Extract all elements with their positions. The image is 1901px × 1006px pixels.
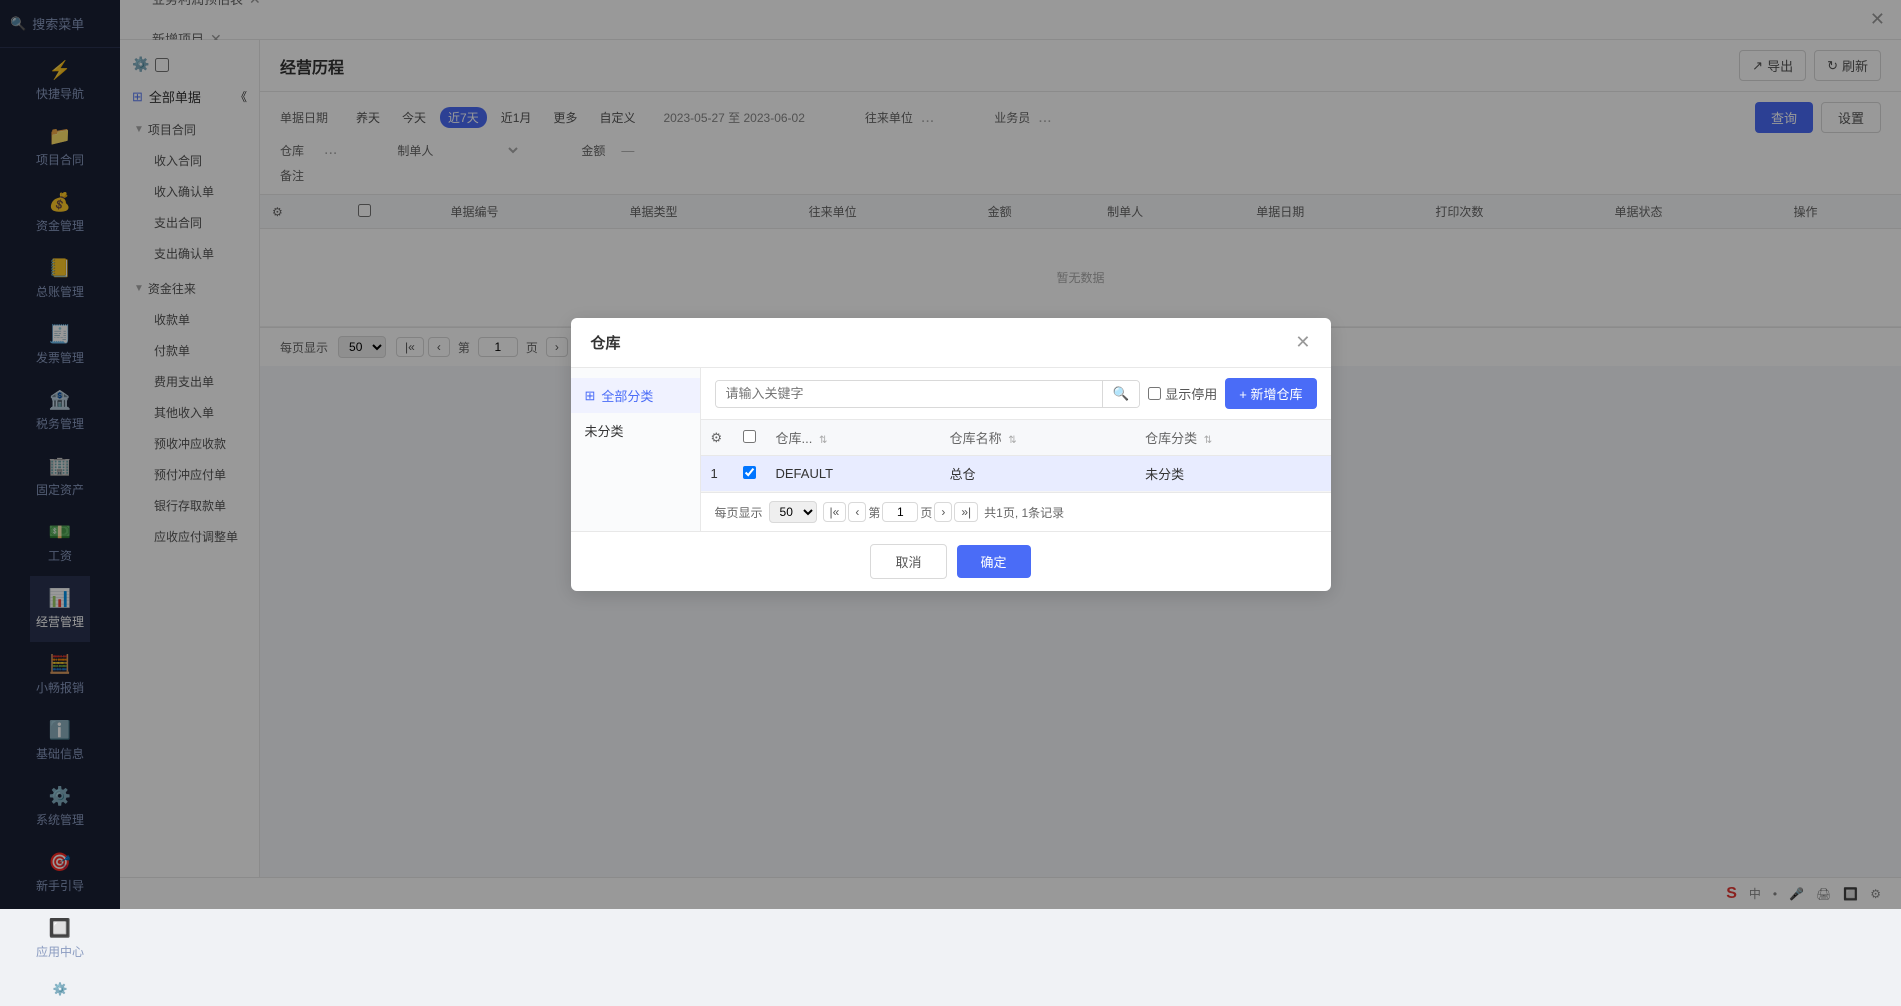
dialog-row-code: DEFAULT (766, 456, 940, 492)
dialog-last-page-btn[interactable]: »| (954, 502, 978, 522)
dialog-row-name: 总仓 (940, 456, 1135, 492)
dialog-first-page-btn[interactable]: |« (823, 502, 847, 522)
dialog-left-panel: ⊞ 全部分类 未分类 (571, 368, 701, 531)
dialog-category-all-label: 全部分类 (601, 386, 653, 405)
dialog-page-of-label: 页 (920, 504, 932, 521)
dialog-row-id: 1 (701, 456, 733, 492)
show-disabled-label: 显示停用 (1148, 384, 1217, 403)
show-disabled-text: 显示停用 (1165, 384, 1217, 403)
dialog-th-checkbox[interactable] (733, 420, 766, 456)
app-center-label: 应用中心 (36, 943, 84, 960)
sidebar-settings-btn[interactable]: ⚙️ (0, 972, 120, 1006)
dialog-table: ⚙ 仓库... ⇅ 仓库名称 ⇅ 仓库分类 ⇅ (701, 420, 1331, 492)
dialog-select-all-checkbox[interactable] (743, 430, 756, 443)
dialog-th-category: 仓库分类 ⇅ (1135, 420, 1330, 456)
dialog-table-row[interactable]: 1 DEFAULT 总仓 未分类 (701, 456, 1331, 492)
dialog-actions: 取消 确定 (571, 531, 1331, 591)
dialog-page-size-select[interactable]: 50 (769, 501, 817, 523)
dialog-cancel-button[interactable]: 取消 (870, 544, 946, 579)
dialog-page-input[interactable] (882, 502, 918, 522)
grid-cat-icon: ⊞ (585, 388, 596, 404)
dialog-header: 仓库 ✕ (571, 318, 1331, 368)
sidebar-item-app-center[interactable]: 🔲 应用中心 (30, 906, 90, 972)
dialog-prev-page-btn[interactable]: ‹ (848, 502, 866, 522)
dialog-row-checkbox[interactable] (733, 456, 766, 492)
add-warehouse-button[interactable]: + 新增仓库 (1225, 378, 1316, 409)
sidebar-bottom: ⚙️ (0, 972, 120, 1006)
dialog-search-input[interactable] (716, 381, 1102, 406)
dialog-page-label: 第 (868, 504, 880, 521)
sort-icon-name: ⇅ (1008, 435, 1016, 446)
dialog-table-body: 1 DEFAULT 总仓 未分类 (701, 456, 1331, 492)
dialog-row-select-checkbox[interactable] (743, 466, 756, 479)
dialog-confirm-button[interactable]: 确定 (957, 545, 1031, 578)
dialog-title: 仓库 (591, 332, 621, 353)
dialog-page-nav: |« ‹ 第 页 › »| (823, 502, 979, 522)
warehouse-dialog: 仓库 ✕ ⊞ 全部分类 未分类 🔍 (571, 318, 1331, 591)
show-disabled-checkbox[interactable] (1148, 387, 1161, 400)
dialog-next-page-btn[interactable]: › (934, 502, 952, 522)
dialog-category-unclassified-label: 未分类 (585, 421, 624, 440)
dialog-toolbar: 🔍 显示停用 + 新增仓库 (701, 368, 1331, 420)
dialog-right-panel: 🔍 显示停用 + 新增仓库 ⚙ (701, 368, 1331, 531)
dialog-th-code: 仓库... ⇅ (766, 420, 940, 456)
modal-overlay: 仓库 ✕ ⊞ 全部分类 未分类 🔍 (0, 0, 1901, 909)
dialog-row-category: 未分类 (1135, 456, 1330, 492)
sort-icon-category: ⇅ (1204, 435, 1212, 446)
dialog-page-total: 共1页, 1条记录 (984, 504, 1064, 521)
dialog-search-button[interactable]: 🔍 (1102, 381, 1140, 407)
dialog-table-header-row: ⚙ 仓库... ⇅ 仓库名称 ⇅ 仓库分类 ⇅ (701, 420, 1331, 456)
dialog-th-name: 仓库名称 ⇅ (940, 420, 1135, 456)
dialog-category-all[interactable]: ⊞ 全部分类 (571, 378, 700, 413)
warehouse-table: ⚙ 仓库... ⇅ 仓库名称 ⇅ 仓库分类 ⇅ (701, 420, 1331, 492)
dialog-search: 🔍 (715, 380, 1141, 408)
app-center-icon: 🔲 (49, 918, 71, 939)
dialog-category-unclassified[interactable]: 未分类 (571, 413, 700, 448)
dialog-close-btn[interactable]: ✕ (1295, 332, 1310, 353)
sort-icon-code: ⇅ (819, 435, 827, 446)
dialog-footer-bar: 每页显示 50 |« ‹ 第 页 › »| 共 (701, 492, 1331, 531)
dialog-page-size-label: 每页显示 (715, 504, 763, 521)
settings-icon: ⚙️ (53, 982, 68, 996)
dialog-pagination: 每页显示 50 |« ‹ 第 页 › »| 共 (715, 501, 1065, 523)
dialog-th-settings[interactable]: ⚙ (701, 420, 733, 456)
dialog-body: ⊞ 全部分类 未分类 🔍 显示停用 (571, 368, 1331, 531)
